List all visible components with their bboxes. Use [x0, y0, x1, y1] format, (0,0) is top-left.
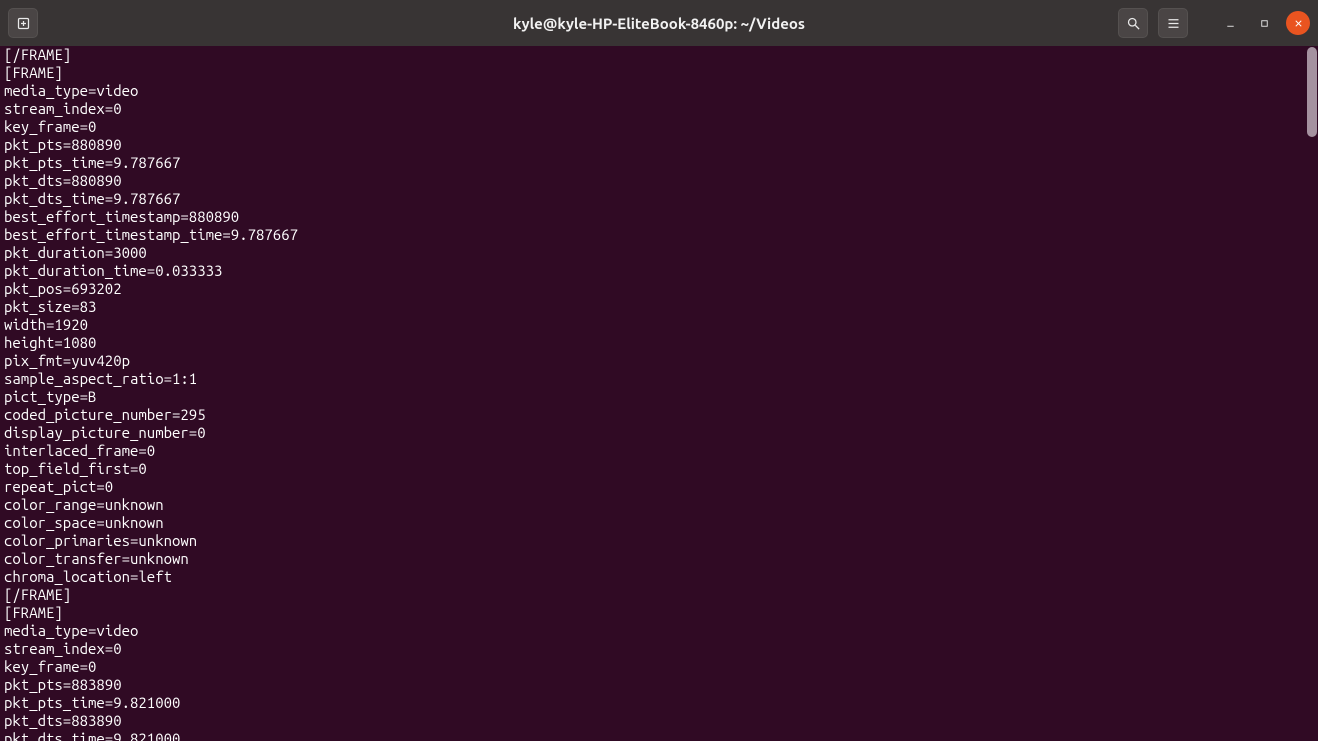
- scrollbar-thumb[interactable]: [1307, 47, 1317, 137]
- scrollbar-track[interactable]: [1306, 46, 1318, 741]
- hamburger-menu-button[interactable]: [1158, 8, 1188, 38]
- minimize-icon: [1225, 18, 1236, 29]
- terminal-output[interactable]: [/FRAME] [FRAME] media_type=video stream…: [0, 46, 1318, 741]
- terminal-viewport: [/FRAME] [FRAME] media_type=video stream…: [0, 46, 1318, 741]
- maximize-button[interactable]: [1252, 11, 1276, 35]
- new-tab-icon: [16, 16, 31, 31]
- search-icon: [1126, 16, 1141, 31]
- search-button[interactable]: [1118, 8, 1148, 38]
- titlebar: kyle@kyle-HP-EliteBook-8460p: ~/Videos: [0, 0, 1318, 46]
- close-icon: [1293, 18, 1304, 29]
- hamburger-icon: [1166, 16, 1181, 31]
- minimize-button[interactable]: [1218, 11, 1242, 35]
- new-tab-button[interactable]: [8, 8, 38, 38]
- maximize-icon: [1259, 18, 1270, 29]
- close-button[interactable]: [1286, 11, 1310, 35]
